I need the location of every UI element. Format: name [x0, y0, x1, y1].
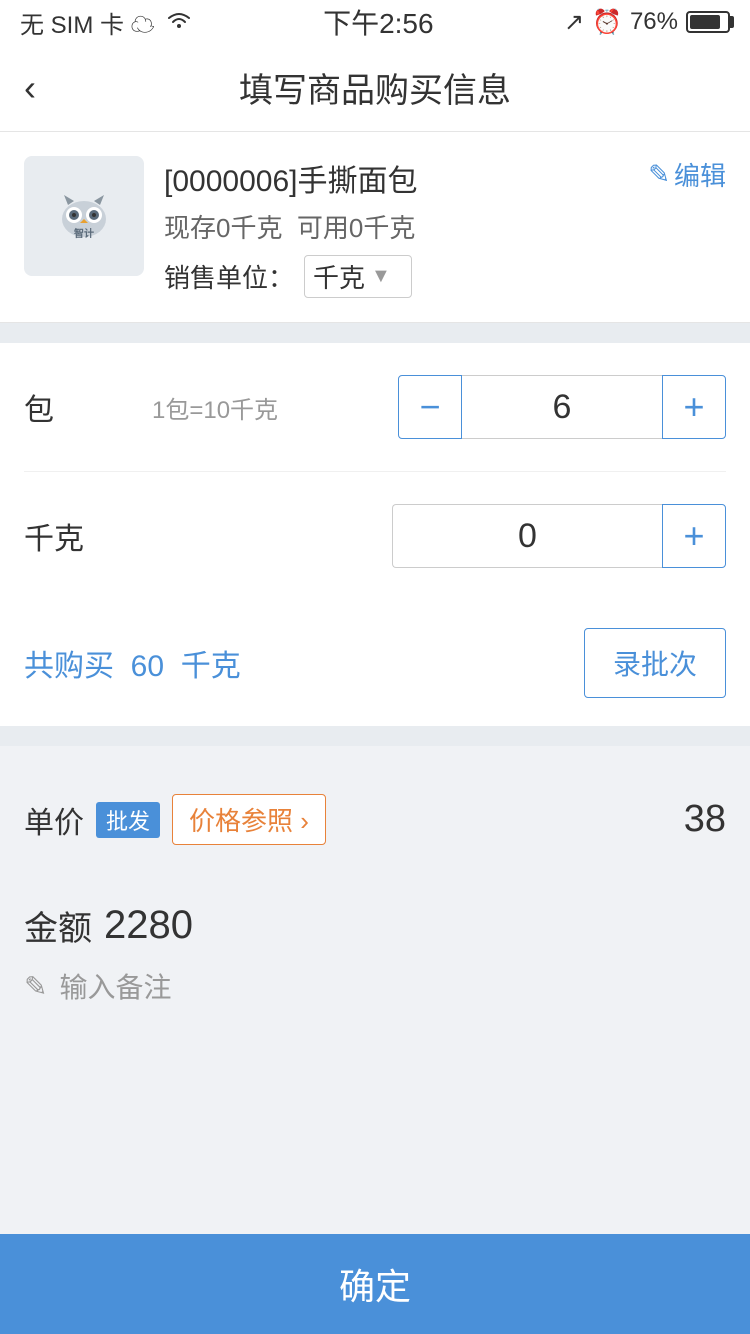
bag-minus-button[interactable]: −: [398, 375, 462, 439]
remark-row[interactable]: ✎ 输入备注: [24, 966, 726, 1006]
bag-controls: − +: [398, 375, 726, 439]
confirm-button[interactable]: 确定: [0, 1234, 750, 1334]
kg-label: 千克: [24, 514, 144, 558]
price-tag: 批发: [96, 802, 160, 838]
chevron-down-icon: ▼: [371, 265, 391, 288]
section-divider-2: [0, 726, 750, 746]
total-text: 共购买 60 千克: [24, 641, 241, 685]
amount-value: 2280: [104, 903, 193, 948]
product-card: 智计 [0000006]手撕面包 现存0千克 可用0千克 销售单位： 千克 ▼ …: [0, 132, 750, 323]
page-title: 填写商品购买信息: [239, 63, 511, 112]
amount-label: 金额: [24, 901, 92, 950]
remark-placeholder: 输入备注: [59, 966, 171, 1006]
kg-plus-button[interactable]: +: [662, 504, 726, 568]
amount-section: 金额 2280 ✎ 输入备注: [0, 873, 750, 1026]
product-image: 智计: [24, 156, 144, 276]
batch-button[interactable]: 录批次: [584, 628, 726, 698]
product-logo: 智计: [54, 191, 114, 241]
kg-controls: +: [392, 504, 726, 568]
status-bar: 无 SIM 卡 ☁ 下午2:56 ↗ ⏰ 76%: [0, 0, 750, 44]
total-amount: 60: [131, 650, 164, 683]
status-left: 无 SIM 卡 ☁: [20, 5, 193, 40]
bag-label: 包: [24, 385, 144, 429]
price-ref-button[interactable]: 价格参照 ›: [172, 794, 326, 845]
status-right: ↗ ⏰ 76%: [564, 8, 730, 37]
location-icon: ↗: [564, 8, 584, 37]
price-label-group: 单价 批发 价格参照 ›: [24, 794, 326, 845]
total-row: 共购买 60 千克 录批次: [0, 600, 750, 726]
bag-hint: 1包=10千克: [152, 390, 398, 425]
alarm-icon: ⏰: [592, 8, 622, 37]
unit-select[interactable]: 千克 ▼: [304, 255, 412, 298]
price-label: 单价: [24, 798, 84, 842]
remark-icon: ✎: [24, 970, 47, 1003]
kg-quantity-input[interactable]: [392, 504, 662, 568]
price-value: 38: [684, 798, 726, 841]
amount-row: 金额 2280: [24, 901, 726, 950]
product-name: [0000006]手撕面包: [164, 156, 726, 200]
price-row: 单价 批发 价格参照 › 38: [24, 794, 726, 845]
back-button[interactable]: ‹: [24, 67, 36, 109]
section-divider-1: [0, 323, 750, 343]
nav-bar: ‹ 填写商品购买信息: [0, 44, 750, 132]
time-label: 下午2:56: [323, 2, 434, 42]
bag-quantity-input[interactable]: [462, 375, 662, 439]
battery-icon: [686, 11, 730, 33]
kg-input-row: 千克 +: [24, 472, 726, 600]
price-section: 单价 批发 价格参照 › 38: [0, 766, 750, 873]
bag-input-row: 包 1包=10千克 − +: [24, 343, 726, 472]
input-section: 包 1包=10千克 − + 千克 +: [0, 343, 750, 600]
edit-button[interactable]: ✎ 编辑: [648, 156, 726, 193]
unit-label: 销售单位：: [164, 258, 294, 295]
svg-text:智计: 智计: [74, 227, 94, 240]
bag-plus-button[interactable]: +: [662, 375, 726, 439]
sim-label: 无 SIM 卡 ☁: [20, 5, 155, 40]
confirm-label: 确定: [339, 1258, 411, 1310]
product-unit-row: 销售单位： 千克 ▼: [164, 255, 726, 298]
edit-icon: ✎: [648, 159, 670, 190]
wifi-icon: [165, 8, 193, 36]
product-stock: 现存0千克 可用0千克: [164, 208, 726, 245]
product-info: [0000006]手撕面包 现存0千克 可用0千克 销售单位： 千克 ▼: [164, 156, 726, 298]
battery-percent: 76%: [630, 8, 678, 36]
